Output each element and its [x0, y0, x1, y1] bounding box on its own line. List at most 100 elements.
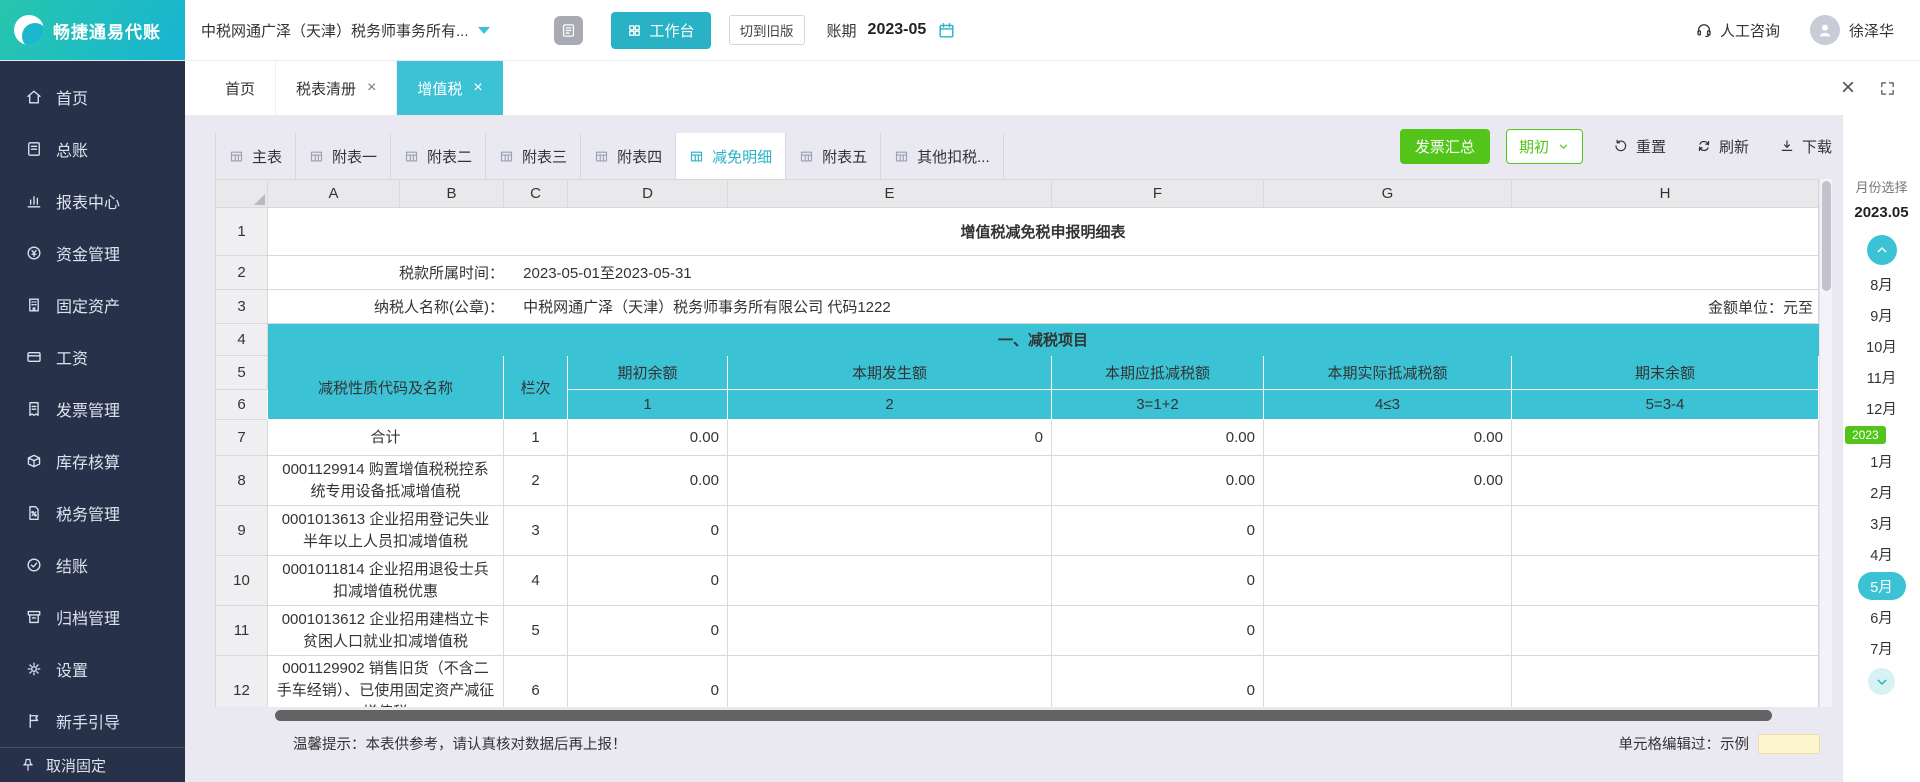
cell-value[interactable]	[1511, 455, 1819, 506]
username[interactable]: 徐泽华	[1849, 20, 1894, 41]
cell-value[interactable]: 0.00	[1051, 455, 1264, 506]
sheet-tab-appendix-4[interactable]: 附表四	[581, 133, 677, 179]
sheet-tab-other-deduction[interactable]: 其他扣税...	[881, 133, 1004, 179]
row-number[interactable]: 4	[215, 323, 268, 356]
cell-value[interactable]	[1511, 505, 1819, 556]
company-selector[interactable]: 中税网通广泽（天津）税务师事务所有...	[201, 20, 490, 41]
column-header[interactable]: F	[1051, 179, 1264, 208]
sheet-tab-appendix-1[interactable]: 附表一	[296, 133, 392, 179]
download-button[interactable]: 下载	[1779, 136, 1832, 157]
sidebar-item-archive[interactable]: 归档管理	[0, 591, 185, 643]
header-sub-col[interactable]: 1	[567, 389, 728, 420]
month-item[interactable]: 9月	[1858, 300, 1906, 331]
row-number[interactable]: 7	[215, 419, 268, 456]
cell-line[interactable]: 3	[503, 505, 568, 556]
refresh-button[interactable]: 刷新	[1696, 136, 1749, 157]
column-header[interactable]: C	[503, 179, 568, 208]
row-number[interactable]: 1	[215, 207, 268, 256]
month-item[interactable]: 4月	[1858, 539, 1906, 570]
sidebar-item-fixed-assets[interactable]: 固定资产	[0, 279, 185, 331]
cell-value[interactable]: 0	[567, 555, 728, 606]
taxpayer-cell[interactable]: 纳税人名称(公章)： 中税网通广泽（天津）税务师事务所有限公司 代码1222 金…	[267, 289, 1819, 324]
cell-name[interactable]: 0001129902 销售旧货（不含二手车经销）、已使用固定资产减征增值税	[267, 654, 504, 707]
scroll-up-button[interactable]	[1866, 235, 1897, 265]
sheet-tab-appendix-5[interactable]: 附表五	[786, 133, 882, 179]
row-number[interactable]: 6	[215, 389, 268, 420]
support-button[interactable]: 人工咨询	[1695, 20, 1780, 41]
month-item[interactable]: 12月	[1858, 393, 1906, 424]
cell-value[interactable]	[727, 605, 1052, 656]
header-value-col[interactable]: 期末余额	[1511, 355, 1819, 390]
cell-value[interactable]: 0.00	[1263, 455, 1512, 506]
row-number[interactable]: 9	[215, 505, 268, 556]
cell-value[interactable]: 0.00	[1051, 419, 1264, 456]
cell-value[interactable]: 0.00	[567, 419, 728, 456]
period-dropdown[interactable]: 期初	[1505, 128, 1583, 164]
avatar[interactable]	[1809, 15, 1840, 45]
sidebar-item-closing[interactable]: 结账	[0, 539, 185, 591]
header-value-col[interactable]: 本期应抵减税额	[1051, 355, 1264, 390]
sidebar-item-payroll[interactable]: 工资	[0, 331, 185, 383]
close-icon[interactable]: ×	[473, 80, 482, 96]
sheet-title[interactable]: 增值税减免税申报明细表	[267, 207, 1819, 256]
month-item[interactable]: 1月	[1858, 446, 1906, 477]
sidebar-item-inventory[interactable]: 库存核算	[0, 435, 185, 487]
column-header[interactable]: B	[399, 179, 504, 208]
month-item[interactable]: 3月	[1858, 508, 1906, 539]
section-title-cell[interactable]: 一、减税项目	[267, 323, 1819, 356]
sheet-tab-appendix-3[interactable]: 附表三	[486, 133, 582, 179]
cell-name[interactable]: 0001013612 企业招用建档立卡贫困人口就业扣减增值税	[267, 605, 504, 656]
cell-value[interactable]	[1511, 555, 1819, 606]
cell-value[interactable]	[727, 455, 1052, 506]
cell-value[interactable]: 0	[1051, 505, 1264, 556]
cell-value[interactable]	[727, 505, 1052, 556]
cell-name[interactable]: 0001013613 企业招用登记失业半年以上人员扣减增值税	[267, 505, 504, 556]
header-value-col[interactable]: 本期实际抵减税额	[1263, 355, 1512, 390]
cell-value[interactable]: 0	[567, 654, 728, 707]
row-number[interactable]: 12	[215, 654, 268, 707]
column-header[interactable]: D	[567, 179, 728, 208]
row-number[interactable]: 2	[215, 255, 268, 290]
cell-value[interactable]: 0	[727, 419, 1052, 456]
cell-line[interactable]: 5	[503, 605, 568, 656]
board-icon[interactable]	[553, 15, 583, 45]
horizontal-scrollbar[interactable]	[215, 707, 1832, 725]
header-sub-col[interactable]: 2	[727, 389, 1052, 420]
cell-value[interactable]: 0	[567, 605, 728, 656]
cell-value[interactable]: 0.00	[567, 455, 728, 506]
tab-vat[interactable]: 增值税 ×	[397, 61, 503, 115]
cell-value[interactable]	[1263, 505, 1512, 556]
header-sub-col[interactable]: 3=1+2	[1051, 389, 1264, 420]
close-icon[interactable]: ×	[367, 80, 376, 96]
column-header[interactable]: A	[267, 179, 400, 208]
tax-period-cell[interactable]: 税款所属时间： 2023-05-01至2023-05-31	[267, 255, 1819, 290]
vertical-scrollbar[interactable]	[1819, 179, 1832, 707]
sidebar-item-guide[interactable]: 新手引导	[0, 695, 185, 747]
sidebar-item-settings[interactable]: 设置	[0, 643, 185, 695]
sidebar-item-report-center[interactable]: 报表中心	[0, 175, 185, 227]
cell-name[interactable]: 0001011814 企业招用退役士兵扣减增值税优惠	[267, 555, 504, 606]
vertical-scrollbar-thumb[interactable]	[1822, 181, 1831, 291]
sidebar-item-home[interactable]: 首页	[0, 71, 185, 123]
reset-button[interactable]: 重置	[1613, 136, 1666, 157]
header-sub-col[interactable]: 5=3-4	[1511, 389, 1819, 420]
cell-line[interactable]: 1	[503, 419, 568, 456]
cell-value[interactable]	[1511, 654, 1819, 707]
header-sub-col[interactable]: 4≤3	[1263, 389, 1512, 420]
month-item[interactable]: 8月	[1858, 269, 1906, 300]
month-item[interactable]: 10月	[1858, 331, 1906, 362]
header-line-col[interactable]: 栏次	[503, 355, 568, 420]
cell-value[interactable]	[727, 555, 1052, 606]
cell-line[interactable]: 4	[503, 555, 568, 606]
header-name-col[interactable]: 减税性质代码及名称	[267, 355, 504, 420]
cell-value[interactable]: 0	[567, 505, 728, 556]
sidebar-item-general-ledger[interactable]: 总账	[0, 123, 185, 175]
column-header[interactable]: H	[1511, 179, 1819, 208]
sidebar-item-tax[interactable]: 税务管理	[0, 487, 185, 539]
row-number[interactable]: 3	[215, 289, 268, 324]
row-number[interactable]: 5	[215, 355, 268, 390]
sheet-tab-main[interactable]: 主表	[215, 133, 297, 179]
cell-line[interactable]: 6	[503, 654, 568, 707]
month-item-active[interactable]: 5月	[1857, 572, 1906, 600]
switch-old-version-button[interactable]: 切到旧版	[728, 15, 805, 45]
